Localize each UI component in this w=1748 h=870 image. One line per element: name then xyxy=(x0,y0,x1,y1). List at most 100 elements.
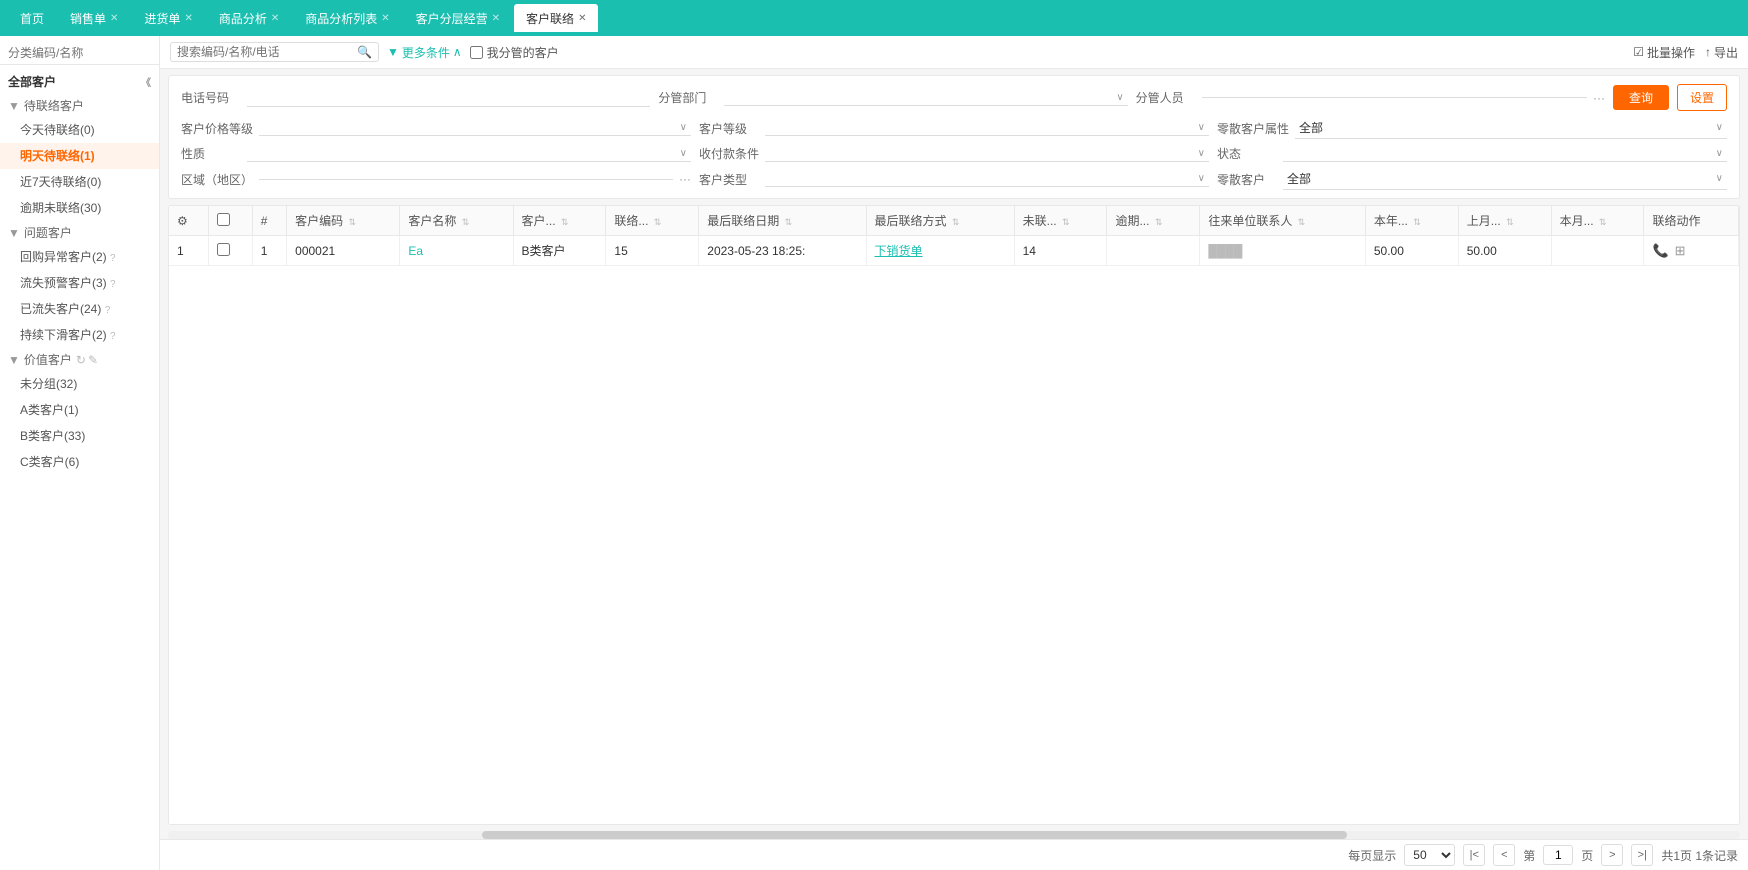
nav-product-analysis-close[interactable]: ✕ xyxy=(271,13,279,24)
filter-retail-attr-select[interactable]: 全部 ∨ xyxy=(1295,117,1727,139)
nav-product-analysis-list[interactable]: 商品分析列表 ✕ xyxy=(293,4,401,32)
filter-retail-attr-label: 零散客户属性 xyxy=(1217,120,1289,137)
filter-status-label: 状态 xyxy=(1217,145,1277,162)
filter-price-level-select[interactable]: ∨ xyxy=(259,120,691,136)
horizontal-scrollbar[interactable] xyxy=(168,831,1740,839)
query-button[interactable]: 查询 xyxy=(1613,85,1669,110)
select-all-checkbox[interactable] xyxy=(217,213,230,226)
col-checkbox[interactable] xyxy=(209,206,253,236)
filter-row-3: 性质 ∨ 收付款条件 ∨ 状态 xyxy=(181,145,1727,162)
col-last-method[interactable]: 最后联络方式 ⇅ xyxy=(866,206,1014,236)
col-contact[interactable]: 联络... ⇅ xyxy=(606,206,699,236)
sidebar-search-input[interactable] xyxy=(8,46,160,60)
row-checkbox[interactable] xyxy=(217,243,230,256)
sidebar-item-lost[interactable]: 已流失客户(24) ? xyxy=(0,296,159,322)
per-page-select[interactable]: 50 20 100 xyxy=(1404,844,1455,866)
filter-icon: ▼ xyxy=(387,45,399,59)
cell-name[interactable]: Ea xyxy=(400,236,513,266)
cell-unit-contact: ████ xyxy=(1200,236,1366,266)
sidebar-item-typeA[interactable]: A类客户(1) xyxy=(0,397,159,423)
sidebar-group-pending[interactable]: ▼ 待联络客户 xyxy=(0,94,159,117)
sidebar-item-7days[interactable]: 近7天待联络(0) xyxy=(0,169,159,195)
sidebar-group-value-edit[interactable]: ✎ xyxy=(88,353,98,367)
more-filter-button[interactable]: ▼ 更多条件 ∧ xyxy=(387,44,462,61)
col-last-date-sort: ⇅ xyxy=(785,217,793,227)
sidebar-item-abnormal[interactable]: 回购异常客户(2) ? xyxy=(0,244,159,270)
nav-product-analysis-list-close[interactable]: ✕ xyxy=(381,13,389,24)
first-page-button[interactable]: |< xyxy=(1463,844,1485,866)
page-number-input[interactable] xyxy=(1543,845,1573,865)
sidebar-collapse-icon: 《 xyxy=(141,74,151,89)
action-phone-icon[interactable]: 📞 xyxy=(1652,243,1668,259)
nav-product-analysis[interactable]: 商品分析 ✕ xyxy=(207,4,291,32)
filter-customer-type-chevron: ∨ xyxy=(1198,173,1205,184)
my-customers-checkbox[interactable] xyxy=(470,46,483,59)
col-overdue[interactable]: 逾期... ⇅ xyxy=(1107,206,1200,236)
sidebar-group-value-refresh[interactable]: ↻ xyxy=(76,353,86,367)
col-no-contact[interactable]: 未联... ⇅ xyxy=(1014,206,1107,236)
filter-customer-level-select[interactable]: ∨ xyxy=(765,120,1209,136)
filter-manager-input[interactable] xyxy=(1202,97,1587,98)
col-last-month[interactable]: 上月... ⇅ xyxy=(1458,206,1551,236)
action-grid-icon[interactable]: ⊞ xyxy=(1675,243,1686,259)
col-type[interactable]: 客户... ⇅ xyxy=(513,206,606,236)
prev-page-button[interactable]: < xyxy=(1493,844,1515,866)
sidebar-group-value-arrow: ▼ xyxy=(8,353,20,367)
filter-customer-type-select[interactable]: ∨ xyxy=(765,171,1209,187)
filter-phone-input[interactable] xyxy=(247,88,650,107)
col-unit-contact[interactable]: 往来单位联系人 ⇅ xyxy=(1200,206,1366,236)
sidebar-item-declining[interactable]: 持续下滑客户(2) ? xyxy=(0,322,159,348)
col-last-date[interactable]: 最后联络日期 ⇅ xyxy=(699,206,866,236)
sidebar-group-problem[interactable]: ▼ 问题客户 xyxy=(0,221,159,244)
filter-payment-select[interactable]: ∨ xyxy=(765,146,1209,162)
sidebar-item-today[interactable]: 今天待联络(0) xyxy=(0,117,159,143)
filter-nature-select[interactable]: ∨ xyxy=(247,146,691,162)
next-page-button[interactable]: > xyxy=(1601,844,1623,866)
filter-status-select[interactable]: ∨ xyxy=(1283,146,1727,162)
sidebar-group-problem-arrow: ▼ xyxy=(8,226,20,240)
filter-dept-select[interactable]: ∨ xyxy=(724,90,1127,106)
sidebar-item-ungrouped[interactable]: 未分组(32) xyxy=(0,371,159,397)
nav-customer-contact[interactable]: 客户联络 ✕ xyxy=(514,4,598,32)
nav-customer-tier[interactable]: 客户分层经营 ✕ xyxy=(404,4,512,32)
sidebar-group-value[interactable]: ▼ 价值客户 ↻ ✎ xyxy=(0,348,159,371)
export-button[interactable]: ↑ 导出 xyxy=(1705,44,1738,61)
col-this-year[interactable]: 本年... ⇅ xyxy=(1365,206,1458,236)
filter-retail-customer-select[interactable]: 全部 ∨ xyxy=(1283,168,1727,190)
last-page-button[interactable]: >| xyxy=(1631,844,1653,866)
nav-customer-contact-close[interactable]: ✕ xyxy=(578,13,586,24)
sidebar-item-overdue[interactable]: 逾期未联络(30) xyxy=(0,195,159,221)
filter-region-dots[interactable]: ··· xyxy=(679,172,691,186)
batch-operation-button[interactable]: ☑ 批量操作 xyxy=(1633,44,1695,61)
sidebar-item-warning[interactable]: 流失预警客户(3) ? xyxy=(0,270,159,296)
scrollbar-thumb[interactable] xyxy=(482,831,1347,839)
toolbar-search-input[interactable] xyxy=(177,45,357,59)
nav-customer-tier-close[interactable]: ✕ xyxy=(492,13,500,24)
page-suffix: 页 xyxy=(1581,847,1593,864)
cell-checkbox[interactable] xyxy=(209,236,253,266)
col-action: 联络动作 xyxy=(1644,206,1739,236)
filter-dept-label: 分管部门 xyxy=(658,89,718,106)
filter-manager-dots[interactable]: ··· xyxy=(1593,91,1605,105)
nav-sales[interactable]: 销售单 ✕ xyxy=(58,4,130,32)
col-this-month[interactable]: 本月... ⇅ xyxy=(1551,206,1644,236)
toolbar-search-icon[interactable]: 🔍 xyxy=(357,45,372,59)
nav-home[interactable]: 首页 xyxy=(8,4,56,32)
col-code[interactable]: 客户编码 ⇅ xyxy=(287,206,400,236)
sidebar-item-typeB[interactable]: B类客户(33) xyxy=(0,423,159,449)
filter-customer-level-chevron: ∨ xyxy=(1198,122,1205,133)
col-name[interactable]: 客户名称 ⇅ xyxy=(400,206,513,236)
sidebar-all-customers[interactable]: 全部客户 《 xyxy=(0,69,159,94)
filter-region-input[interactable] xyxy=(259,179,673,180)
filter-customer-level: 客户等级 ∨ xyxy=(699,120,1209,137)
sidebar-item-typeC[interactable]: C类客户(6) xyxy=(0,449,159,475)
filter-nature-label: 性质 xyxy=(181,145,241,162)
nav-purchase[interactable]: 进货单 ✕ xyxy=(132,4,204,32)
nav-sales-close[interactable]: ✕ xyxy=(110,13,118,24)
setting-button[interactable]: 设置 xyxy=(1677,84,1727,111)
my-customers-checkbox-label[interactable]: 我分管的客户 xyxy=(470,44,559,61)
nav-purchase-close[interactable]: ✕ xyxy=(184,13,192,24)
cell-last-method[interactable]: 下销货单 xyxy=(866,236,1014,266)
col-settings[interactable]: ⚙ xyxy=(169,206,209,236)
sidebar-item-tomorrow[interactable]: 明天待联络(1) xyxy=(0,143,159,169)
